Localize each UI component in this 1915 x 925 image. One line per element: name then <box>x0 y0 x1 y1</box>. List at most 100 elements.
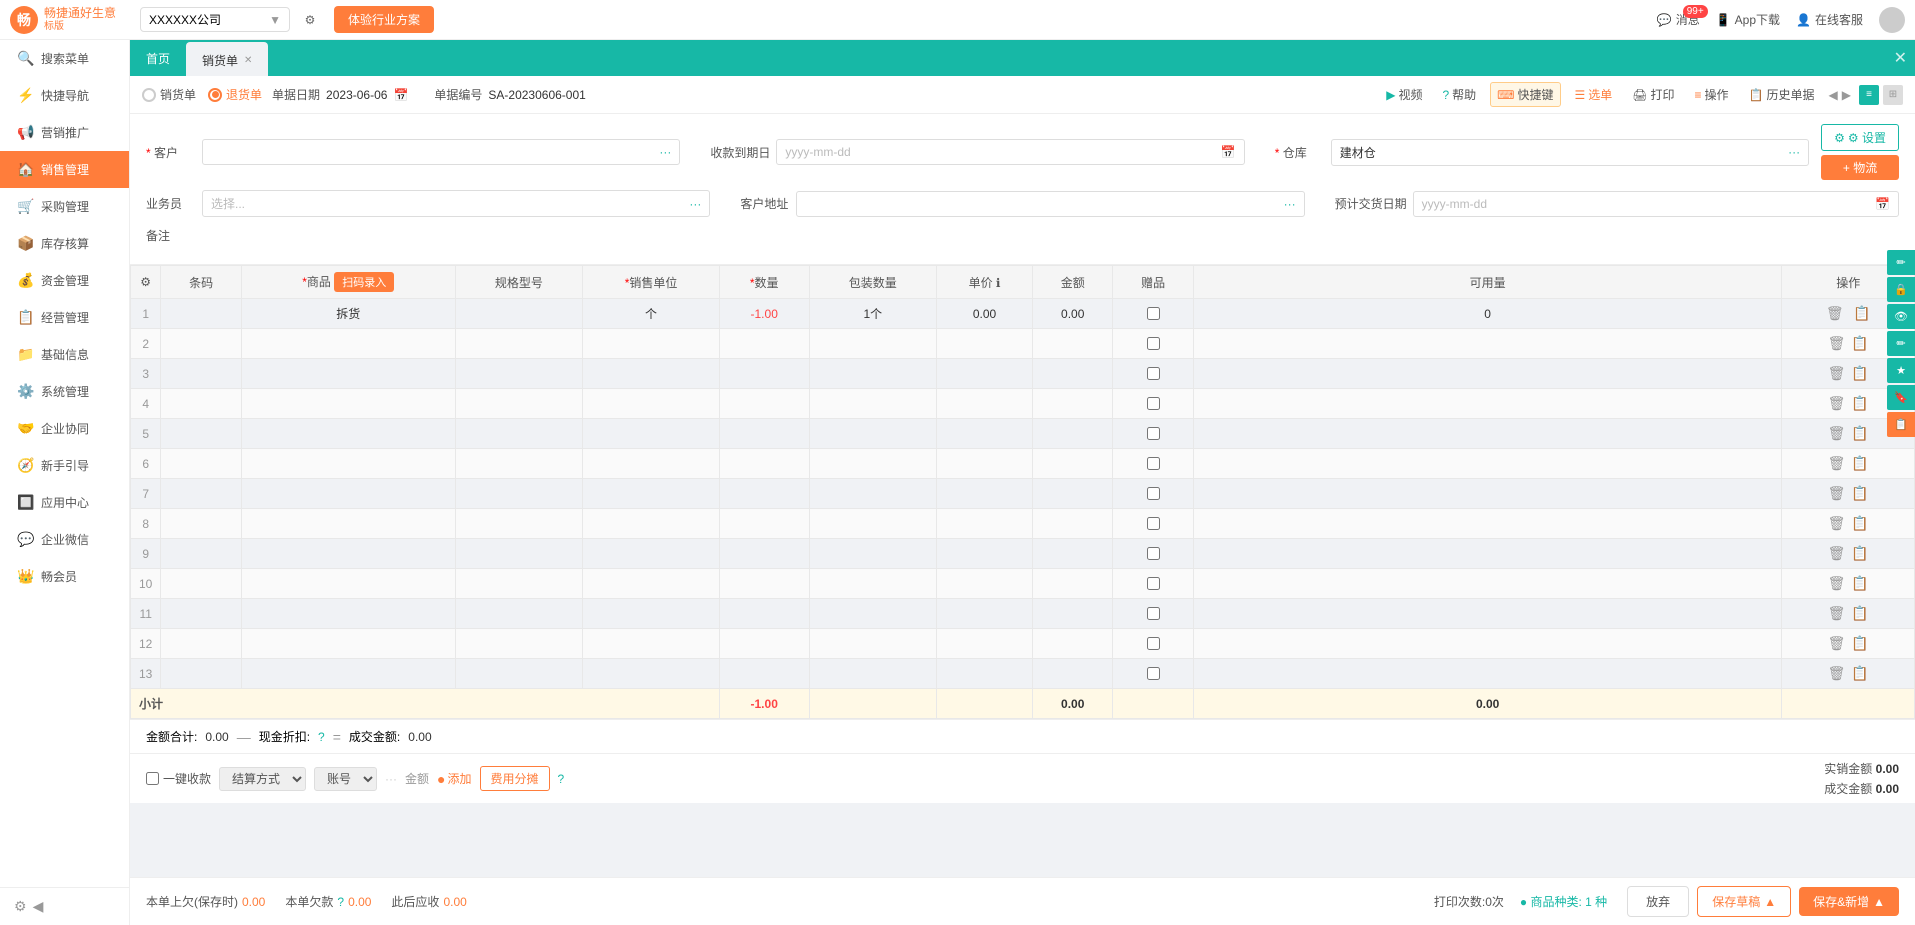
toolbar-print-btn[interactable]: 🖨 打印 <box>1626 83 1680 106</box>
delete-btn-3[interactable]: 🗑 <box>1825 365 1849 382</box>
delete-btn-2[interactable]: 🗑 <box>1825 335 1849 352</box>
tab-close-all-button[interactable]: ✕ <box>1894 48 1907 68</box>
salesperson-dots-icon[interactable]: ··· <box>689 197 701 211</box>
message-button[interactable]: 💬 消息 99+ <box>1657 11 1700 28</box>
copy-btn-1[interactable]: 📋 <box>1850 305 1873 322</box>
layout-list-icon[interactable]: ≡ <box>1859 85 1879 105</box>
prev-icon[interactable]: ◀ <box>1829 88 1838 102</box>
cell-pkg-qty-2[interactable] <box>809 329 937 359</box>
sidebar-item-sales[interactable]: 🏠 销售管理 <box>0 151 129 188</box>
cell-barcode-1[interactable] <box>161 299 241 329</box>
layout-grid-icon[interactable]: ⊞ <box>1883 85 1903 105</box>
account-select[interactable]: 账号 <box>314 767 377 791</box>
sidebar-collapse-icon[interactable]: ◀ <box>33 898 44 915</box>
side-star-button[interactable]: ★ <box>1887 358 1915 383</box>
abandon-button[interactable]: 放弃 <box>1627 886 1689 917</box>
sidebar-item-guide[interactable]: 🧭 新手引导 <box>0 447 129 484</box>
cell-gift-2[interactable] <box>1113 329 1193 359</box>
app-download-button[interactable]: 📱 App下载 <box>1716 11 1780 28</box>
toolbar-select-btn[interactable]: ☰ 选单 <box>1569 83 1619 106</box>
cell-unit-price-1[interactable]: 0.00 <box>937 299 1033 329</box>
cell-gift-1[interactable] <box>1113 299 1193 329</box>
cell-product-2[interactable] <box>241 329 455 359</box>
scan-button[interactable]: 扫码录入 <box>334 272 394 292</box>
date-calendar-icon[interactable]: 📅 <box>393 88 408 102</box>
gift-checkbox-2[interactable] <box>1147 337 1160 350</box>
toolbar-history-btn[interactable]: 📋 历史单据 <box>1743 83 1821 106</box>
sidebar-item-operations[interactable]: 📋 经营管理 <box>0 299 129 336</box>
save-new-button[interactable]: 保存&新增 ▲ <box>1799 887 1899 916</box>
delete-btn-1[interactable]: 🗑 <box>1823 305 1847 322</box>
sidebar-item-inventory[interactable]: 📦 库存核算 <box>0 225 129 262</box>
sidebar-item-marketing[interactable]: 📢 营销推广 <box>0 114 129 151</box>
settings-gear-button[interactable]: ⚙ <box>296 6 324 34</box>
cell-pkg-qty-1[interactable]: 1个 <box>809 299 937 329</box>
sidebar-item-search[interactable]: 🔍 搜索菜单 <box>0 40 129 77</box>
sidebar-item-wechat[interactable]: 💬 企业微信 <box>0 521 129 558</box>
sidebar-item-system[interactable]: ⚙️ 系统管理 <box>0 373 129 410</box>
tab-sales-order[interactable]: 销货单 ✕ <box>186 42 268 78</box>
cell-amount-1[interactable]: 0.00 <box>1032 299 1112 329</box>
cell-qty-2[interactable] <box>719 329 809 359</box>
salesperson-input[interactable]: 选择... ··· <box>202 190 710 217</box>
copy-btn-3[interactable]: 📋 <box>1848 365 1871 382</box>
sidebar-settings-icon[interactable]: ⚙ <box>14 898 27 915</box>
warehouse-input[interactable]: 建材仓 ··· <box>1331 139 1809 166</box>
cell-unit-1[interactable]: 个 <box>583 299 720 329</box>
gift-checkbox-1[interactable] <box>1147 307 1160 320</box>
radio-sales-order[interactable]: 销货单 <box>142 86 196 103</box>
one-click-payment-checkbox[interactable]: 一键收款 <box>146 770 211 787</box>
avatar[interactable] <box>1879 7 1905 33</box>
address-dots-icon[interactable]: ··· <box>1284 197 1296 211</box>
payment-due-calendar-icon[interactable]: 📅 <box>1221 145 1236 159</box>
next-icon[interactable]: ▶ <box>1842 88 1851 102</box>
sidebar-item-quicknav[interactable]: ⚡ 快捷导航 <box>0 77 129 114</box>
cell-unit-price-2[interactable] <box>937 329 1033 359</box>
delivery-input[interactable]: yyyy-mm-dd 📅 <box>1413 191 1899 217</box>
cell-spec-1[interactable] <box>455 299 583 329</box>
side-eye-button[interactable]: 👁 <box>1887 304 1915 329</box>
sidebar-item-collab[interactable]: 🤝 企业协同 <box>0 410 129 447</box>
tab-home[interactable]: 首页 <box>130 40 186 76</box>
sidebar-item-finance[interactable]: 💰 资金管理 <box>0 262 129 299</box>
save-draft-button[interactable]: 保存草稿 ▲ <box>1697 886 1791 917</box>
address-input[interactable]: ··· <box>796 191 1304 217</box>
cell-unit-2[interactable] <box>583 329 720 359</box>
delivery-calendar-icon[interactable]: 📅 <box>1875 197 1890 211</box>
radio-return-order[interactable]: 退货单 <box>208 86 262 103</box>
cell-qty-1[interactable]: -1.00 <box>719 299 809 329</box>
trial-button[interactable]: 体验行业方案 <box>334 6 434 33</box>
toolbar-video-btn[interactable]: ▶ 视频 <box>1380 83 1428 106</box>
sidebar-item-purchase[interactable]: 🛒 采购管理 <box>0 188 129 225</box>
company-selector[interactable]: XXXXXX公司 ▼ <box>140 7 290 32</box>
payment-due-input[interactable]: yyyy-mm-dd 📅 <box>776 139 1244 165</box>
side-lock-button[interactable]: 🔒 <box>1887 277 1915 302</box>
toolbar-shortcut-btn[interactable]: ⌨ 快捷键 <box>1490 82 1560 107</box>
side-note-button[interactable]: ✏ <box>1887 250 1915 275</box>
th-settings[interactable]: ⚙ <box>131 266 161 299</box>
one-click-checkbox-input[interactable] <box>146 772 159 785</box>
cell-spec-2[interactable] <box>455 329 583 359</box>
sidebar-item-basics[interactable]: 📁 基础信息 <box>0 336 129 373</box>
online-support-button[interactable]: 👤 在线客服 <box>1796 11 1863 28</box>
add-payment-button[interactable]: ● 添加 <box>437 770 471 787</box>
customer-input[interactable]: ··· <box>202 139 680 165</box>
expense-split-button[interactable]: 费用分摊 <box>480 766 550 791</box>
side-edit-button[interactable]: ✏ <box>1887 331 1915 356</box>
cell-barcode-2[interactable] <box>161 329 241 359</box>
settlement-method-select[interactable]: 结算方式 <box>219 767 306 791</box>
sidebar-item-member[interactable]: 👑 畅会员 <box>0 558 129 595</box>
cell-amount-2[interactable] <box>1032 329 1112 359</box>
copy-btn-2[interactable]: 📋 <box>1848 335 1871 352</box>
cell-product-1[interactable]: 拆货 <box>241 299 455 329</box>
tab-close-icon[interactable]: ✕ <box>244 55 252 66</box>
logistics-button[interactable]: + 物流 <box>1821 155 1899 180</box>
expense-help-icon[interactable]: ? <box>558 772 565 786</box>
gift-checkbox-3[interactable] <box>1147 367 1160 380</box>
settings-button[interactable]: ⚙ ⚙ 设置 <box>1821 124 1899 151</box>
warehouse-dots-icon[interactable]: ··· <box>1788 145 1800 159</box>
toolbar-help-btn[interactable]: ? 帮助 <box>1436 83 1482 106</box>
side-orange-button[interactable]: 📋 <box>1887 412 1915 437</box>
customer-dots-icon[interactable]: ··· <box>659 145 671 159</box>
sidebar-item-appstore[interactable]: 🔲 应用中心 <box>0 484 129 521</box>
